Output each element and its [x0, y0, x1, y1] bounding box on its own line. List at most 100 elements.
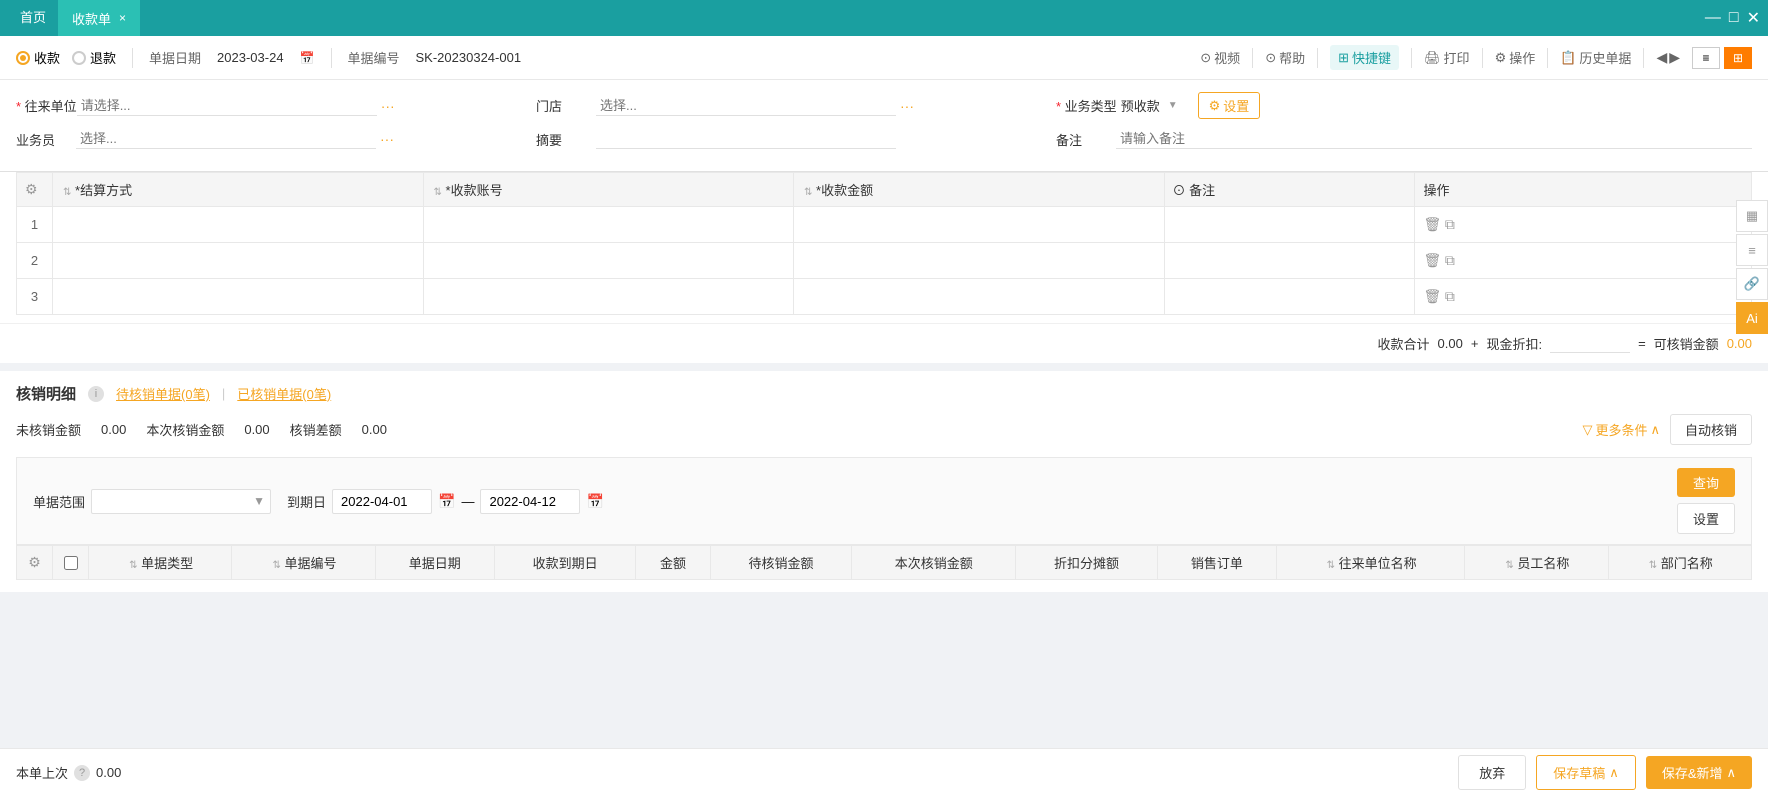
list-view-btn[interactable]: ≡ — [1692, 47, 1720, 69]
date-from-input[interactable] — [332, 489, 432, 514]
row3-amount[interactable] — [794, 279, 1165, 315]
receipt-account-header[interactable]: ⇅ *收款账号 — [423, 173, 794, 207]
remark-input[interactable] — [1116, 129, 1752, 149]
sidebar-table-icon-btn[interactable]: ▦ — [1736, 200, 1768, 232]
bottom-info-icon[interactable]: ? — [74, 765, 90, 781]
more-conditions-btn[interactable]: ▽ 更多条件 ∧ — [1582, 420, 1660, 439]
card-view-btn[interactable]: ⊞ — [1724, 47, 1752, 69]
amount-col-header[interactable]: 金额 — [636, 546, 710, 580]
save-new-button[interactable]: 保存&新增 ∧ — [1646, 756, 1752, 789]
amount-header[interactable]: ⇅ *收款金额 — [794, 173, 1165, 207]
row1-settle[interactable] — [53, 207, 424, 243]
lower-table: ⚙ ⇅ 单据类型 ⇅ 单据编号 — [16, 545, 1752, 580]
home-tab[interactable]: 首页 — [8, 0, 58, 36]
right-sidebar: ▦ ≡ 🔗 Ai — [1736, 200, 1768, 334]
range-select[interactable] — [91, 489, 271, 514]
business-type-value[interactable]: 预收款 — [1117, 94, 1164, 117]
date-value[interactable]: 2023-03-24 — [217, 50, 284, 65]
table-settings-header[interactable]: ⚙ — [17, 173, 53, 207]
row2-copy-icon[interactable]: ⧉ — [1445, 252, 1455, 268]
filter-settings-button[interactable]: 设置 — [1677, 503, 1735, 534]
cal-from-icon[interactable]: 📅 — [438, 493, 455, 510]
refund-radio-label: 退款 — [90, 48, 116, 67]
due-date-col-header[interactable]: 收款到期日 — [494, 546, 636, 580]
discount-input[interactable] — [1550, 335, 1630, 353]
lower-table-checkbox-header[interactable] — [53, 546, 89, 580]
settings-button[interactable]: ⚙ 设置 — [1198, 92, 1261, 119]
row1-delete-icon[interactable]: 🗑 — [1423, 216, 1441, 232]
sale-order-header[interactable]: 销售订单 — [1157, 546, 1276, 580]
receipt-tab-close[interactable]: × — [119, 11, 126, 25]
print-btn[interactable]: 🖨 打印 — [1424, 48, 1470, 67]
range-select-wrap: ▼ — [91, 489, 271, 514]
counterpart-more-icon[interactable]: ··· — [381, 98, 395, 114]
date-to-input[interactable] — [480, 489, 580, 514]
video-btn[interactable]: ⊙ 视频 — [1200, 48, 1240, 67]
receipt-radio[interactable]: 收款 — [16, 48, 60, 67]
staff-name-header[interactable]: ⇅ 员工名称 — [1465, 546, 1608, 580]
row2-delete-icon[interactable]: 🗑 — [1423, 252, 1441, 268]
history-btn[interactable]: 📋 历史单据 — [1560, 48, 1631, 67]
shortcut-btn[interactable]: ⊞ 快捷键 — [1330, 45, 1399, 70]
row1-amount[interactable] — [794, 207, 1165, 243]
sidebar-list-icon-btn[interactable]: ≡ — [1736, 234, 1768, 266]
row3-settle[interactable] — [53, 279, 424, 315]
cal-to-icon[interactable]: 📅 — [586, 493, 603, 510]
nav-next[interactable]: ▶ — [1669, 49, 1680, 66]
discount-header[interactable]: 折扣分摊额 — [1016, 546, 1158, 580]
nav-prev[interactable]: ◀ — [1656, 49, 1667, 66]
dept-name-header[interactable]: ⇅ 部门名称 — [1608, 546, 1751, 580]
row1-copy-icon[interactable]: ⧉ — [1445, 216, 1455, 232]
receipt-tab[interactable]: 收款单 × — [58, 0, 140, 36]
store-more-icon[interactable]: ··· — [900, 98, 914, 114]
salesman-more-icon[interactable]: ··· — [380, 131, 394, 147]
abandon-button[interactable]: 放弃 — [1458, 755, 1526, 790]
writeoff-info-icon[interactable]: i — [88, 386, 104, 402]
counterpart-input[interactable] — [77, 96, 377, 116]
pending-amount-header[interactable]: 待核销金额 — [710, 546, 852, 580]
refund-radio[interactable]: 退款 — [72, 48, 116, 67]
auto-writeoff-btn[interactable]: 自动核销 — [1670, 414, 1752, 445]
row3-account[interactable] — [423, 279, 794, 315]
salesman-input[interactable] — [76, 129, 376, 149]
row3-remark[interactable] — [1164, 279, 1415, 315]
current-writeoff-header[interactable]: 本次核销金额 — [852, 546, 1016, 580]
counterpart-name-header[interactable]: ⇅ 往来单位名称 — [1276, 546, 1464, 580]
row3-copy-icon[interactable]: ⧉ — [1445, 288, 1455, 304]
window-close-btn[interactable]: ✕ — [1747, 8, 1760, 28]
row1-account[interactable] — [423, 207, 794, 243]
doc-type-header[interactable]: ⇅ 单据类型 — [89, 546, 232, 580]
done-tab[interactable]: 已核销单据(0笔) — [237, 384, 331, 403]
row3-delete-icon[interactable]: 🗑 — [1423, 288, 1441, 304]
doc-no-header[interactable]: ⇅ 单据编号 — [232, 546, 375, 580]
query-button[interactable]: 查询 — [1677, 468, 1735, 497]
sidebar-screen-icon-btn[interactable]: Ai — [1736, 302, 1768, 334]
gear-icon: ⚙ — [1209, 98, 1221, 114]
summary-input[interactable] — [596, 129, 896, 149]
doc-date-header[interactable]: 单据日期 — [375, 546, 494, 580]
select-all-checkbox[interactable] — [64, 556, 78, 570]
pending-tab[interactable]: 待核销单据(0笔) — [116, 384, 210, 403]
row2-settle[interactable] — [53, 243, 424, 279]
save-draft-button[interactable]: 保存草稿 ∧ — [1536, 755, 1636, 790]
window-min-btn[interactable]: — — [1705, 9, 1721, 27]
operation-btn[interactable]: ⚙ 操作 — [1495, 48, 1536, 67]
dept-name-label: 部门名称 — [1661, 556, 1713, 571]
row1-remark[interactable] — [1164, 207, 1415, 243]
calendar-icon[interactable]: 📅 — [300, 51, 315, 65]
lower-gear-icon[interactable]: ⚙ — [28, 554, 41, 570]
store-input[interactable] — [596, 96, 896, 116]
main-scroll[interactable]: 往来单位 ··· 门店 ··· 业务类型 预收款 ▼ ⚙ 设置 — [0, 80, 1768, 748]
lower-table-settings-header[interactable]: ⚙ — [17, 546, 53, 580]
row2-amount[interactable] — [794, 243, 1165, 279]
table-gear-icon[interactable]: ⚙ — [25, 181, 38, 197]
row2-remark[interactable] — [1164, 243, 1415, 279]
filter-row: 单据范围 ▼ 到期日 📅 — 📅 查询 — [16, 457, 1752, 545]
sidebar-link-icon-btn[interactable]: 🔗 — [1736, 268, 1768, 300]
counterpart-name-sort: ⇅ — [1327, 560, 1335, 571]
window-max-btn[interactable]: □ — [1729, 9, 1739, 27]
help-btn[interactable]: ⊙ 帮助 — [1265, 48, 1305, 67]
settle-method-header[interactable]: ⇅ *结算方式 — [53, 173, 424, 207]
discount-label: 折扣分摊额 — [1054, 556, 1119, 571]
row2-account[interactable] — [423, 243, 794, 279]
